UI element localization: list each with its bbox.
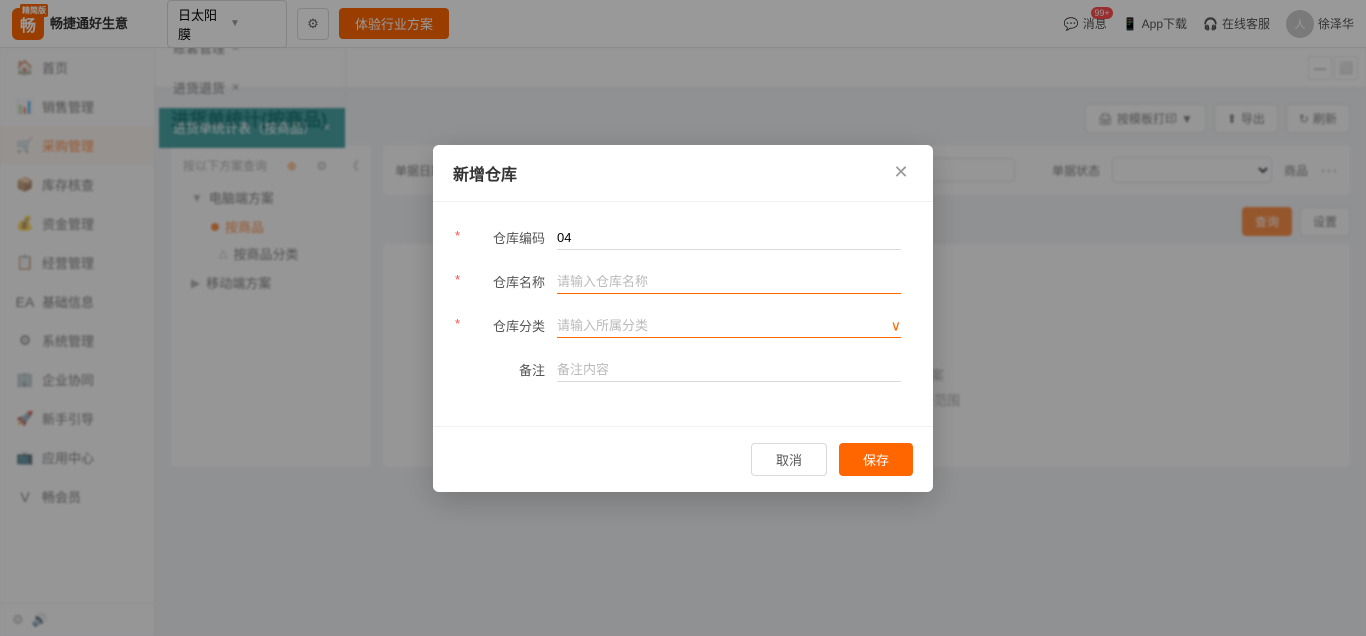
modal-body: 仓库编码 仓库名称 仓库分类 ∨ 备注	[433, 202, 933, 426]
form-row-category: 仓库分类 ∨	[465, 314, 901, 338]
code-label: 仓库编码	[465, 228, 545, 247]
cancel-button[interactable]: 取消	[751, 443, 827, 476]
modal-overlay[interactable]: 新增仓库 ✕ 仓库编码 仓库名称 仓库分类 ∨	[0, 0, 1366, 636]
modal-footer: 取消 保存	[433, 426, 933, 492]
form-row-code: 仓库编码	[465, 226, 901, 250]
modal-close-button[interactable]: ✕	[889, 161, 913, 185]
category-input[interactable]	[557, 314, 901, 338]
modal-title: 新增仓库	[453, 161, 517, 185]
name-label: 仓库名称	[465, 272, 545, 291]
form-row-note: 备注	[465, 358, 901, 382]
new-warehouse-modal: 新增仓库 ✕ 仓库编码 仓库名称 仓库分类 ∨	[433, 145, 933, 492]
category-label: 仓库分类	[465, 316, 545, 335]
name-input[interactable]	[557, 270, 901, 294]
form-row-name: 仓库名称	[465, 270, 901, 294]
modal-header: 新增仓库 ✕	[433, 145, 933, 202]
save-button[interactable]: 保存	[839, 443, 913, 476]
note-label: 备注	[465, 360, 545, 379]
category-select-wrap: ∨	[557, 314, 901, 338]
code-input[interactable]	[557, 226, 901, 250]
note-input[interactable]	[557, 358, 901, 382]
